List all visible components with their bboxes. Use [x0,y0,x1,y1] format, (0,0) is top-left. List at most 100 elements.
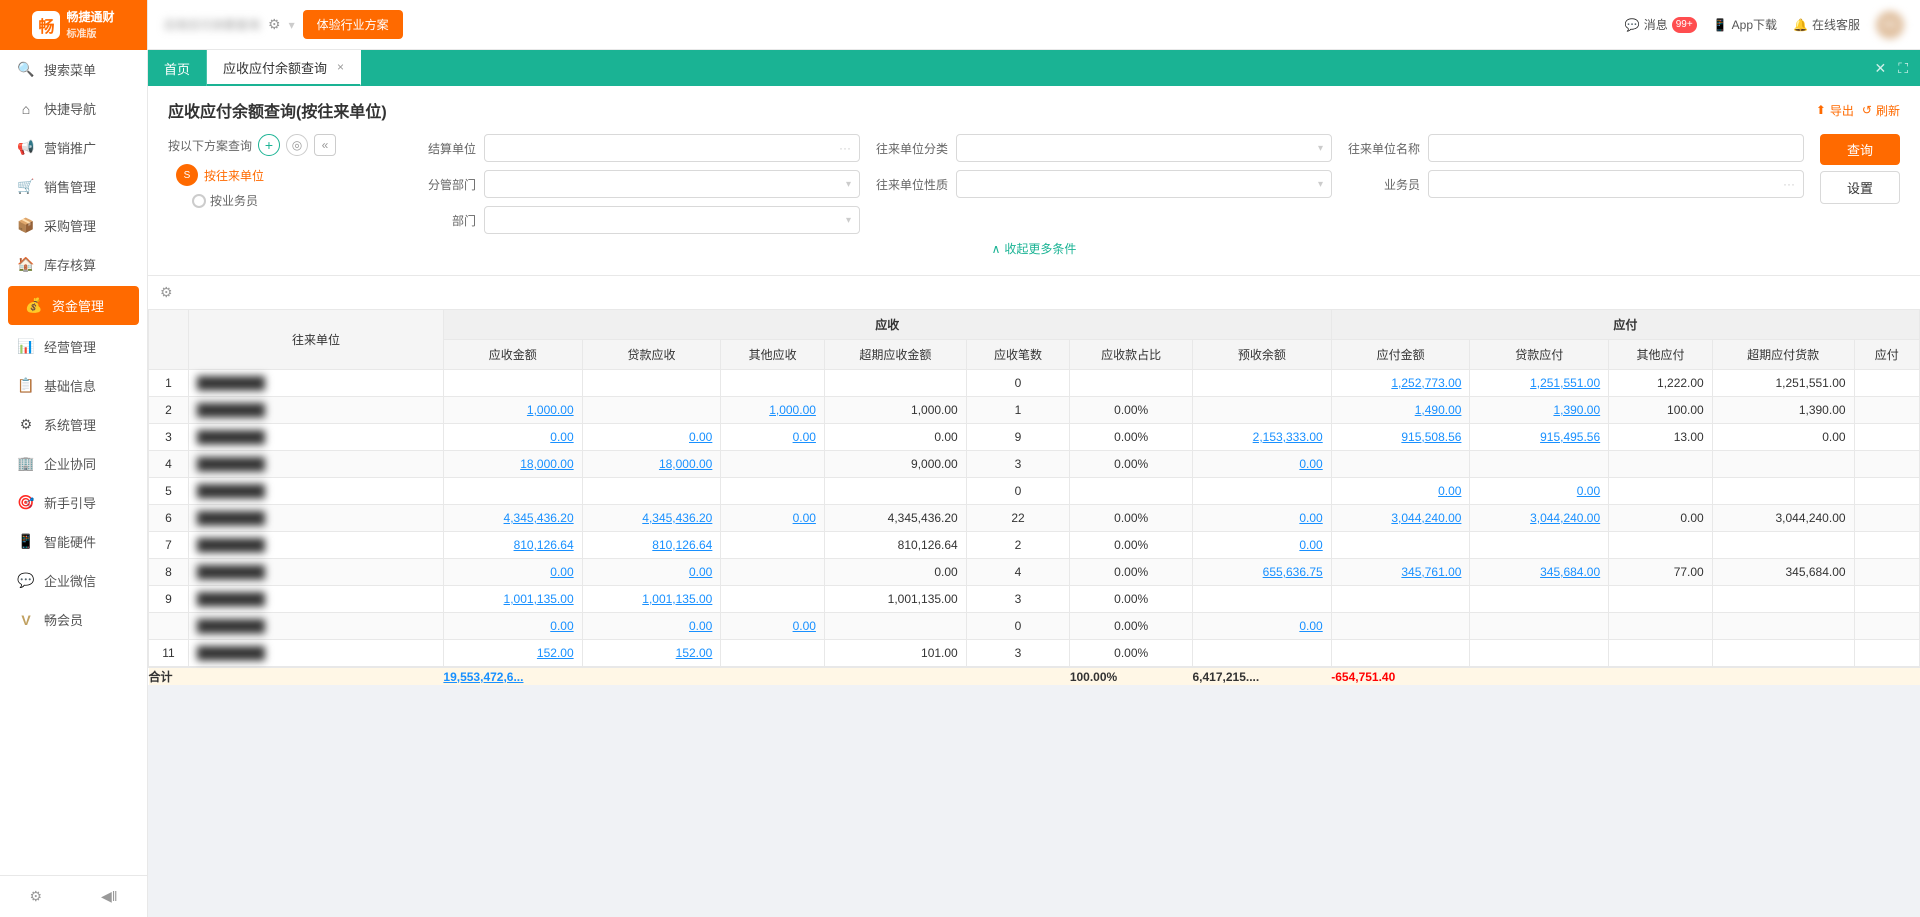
trial-btn[interactable]: 体验行业方案 [303,10,403,39]
table-cell[interactable] [721,451,825,478]
table-cell[interactable] [443,478,582,505]
tabbar-expand-btn[interactable]: ⛶ [1898,60,1908,77]
sidebar-item-operations[interactable]: 📊 经营管理 [0,327,147,366]
table-cell[interactable] [1331,586,1470,613]
salesman-input[interactable]: ··· [1428,170,1804,198]
table-cell[interactable] [1193,586,1332,613]
table-cell[interactable] [582,370,721,397]
tab-current[interactable]: 应收应付余额查询 × [207,50,361,86]
refresh-btn[interactable]: ↺ 刷新 [1862,102,1900,119]
table-cell[interactable]: 18,000.00 [443,451,582,478]
table-cell[interactable]: 0.00 [443,613,582,640]
table-cell[interactable]: 0.00 [1193,451,1332,478]
table-cell[interactable]: 0.00 [443,559,582,586]
filter-plan-salesman[interactable]: 按业务员 [184,190,388,211]
sidebar-item-funds[interactable]: 💰 资金管理 [8,286,139,325]
sidebar-settings-btn[interactable]: ⚙ [21,884,50,909]
table-cell[interactable] [721,559,825,586]
table-cell[interactable] [1470,532,1609,559]
tab-home[interactable]: 首页 [148,50,207,86]
filter-arrow-btn[interactable]: « [314,134,336,156]
table-cell[interactable]: 0.00 [1193,613,1332,640]
table-cell[interactable]: 4,345,436.20 [443,505,582,532]
topbar-gear-btn[interactable]: ⚙ [268,16,281,33]
table-cell[interactable]: 915,495.56 [1470,424,1609,451]
table-cell[interactable]: 1,390.00 [1470,397,1609,424]
table-cell[interactable] [582,478,721,505]
unit-category-input[interactable]: ▾ [956,134,1332,162]
table-cell[interactable]: 0.00 [582,424,721,451]
set-btn[interactable]: 设置 [1820,171,1900,204]
tabbar-close-btn[interactable]: ✕ [1874,60,1886,77]
table-cell[interactable] [721,586,825,613]
table-cell[interactable] [721,640,825,668]
table-cell[interactable]: 0.00 [1193,532,1332,559]
export-btn[interactable]: ⬆ 导出 [1816,102,1854,119]
subdept-input[interactable]: ▾ [484,206,860,234]
table-cell[interactable]: 0.00 [1331,478,1470,505]
sidebar-item-wechat[interactable]: 💬 企业微信 [0,561,147,600]
table-cell[interactable]: 18,000.00 [582,451,721,478]
topbar-customer-service[interactable]: 🔔 在线客服 [1793,16,1860,33]
sidebar-item-hardware[interactable]: 📱 智能硬件 [0,522,147,561]
table-cell[interactable]: 810,126.64 [582,532,721,559]
table-cell[interactable]: 0.00 [443,424,582,451]
table-cell[interactable]: 0.00 [1193,505,1332,532]
table-cell[interactable]: 3,044,240.00 [1470,505,1609,532]
table-cell[interactable] [1331,640,1470,668]
sidebar-item-system[interactable]: ⚙ 系统管理 [0,405,147,444]
table-cell[interactable]: 0.00 [721,505,825,532]
table-cell[interactable] [1331,613,1470,640]
sidebar-item-marketing[interactable]: 📢 营销推广 [0,128,147,167]
filter-add-btn[interactable]: + [258,134,280,156]
table-cell[interactable] [721,478,825,505]
tab-close-btn[interactable]: × [337,60,344,74]
filter-circle-btn[interactable]: ◎ [286,134,308,156]
table-cell[interactable]: 1,001,135.00 [443,586,582,613]
table-cell[interactable] [721,370,825,397]
sidebar-item-quick-nav[interactable]: ⌂ 快捷导航 [0,89,147,128]
table-cell[interactable] [1193,478,1332,505]
table-cell[interactable]: 2,153,333.00 [1193,424,1332,451]
table-cell[interactable] [1331,451,1470,478]
sidebar-item-inventory[interactable]: 🏠 库存核算 [0,245,147,284]
table-cell[interactable] [1470,586,1609,613]
table-scroll[interactable]: 往来单位 应收 应付 应收金额 贷款应收 其他应收 超期应收金额 应收笔数 应收… [148,309,1920,685]
table-cell[interactable]: 1,490.00 [1331,397,1470,424]
table-cell[interactable]: 1,001,135.00 [582,586,721,613]
table-cell[interactable]: 1,252,773.00 [1331,370,1470,397]
table-cell[interactable]: 1,000.00 [721,397,825,424]
table-gear-btn[interactable]: ⚙ [160,284,173,301]
table-cell[interactable]: 152.00 [582,640,721,668]
sidebar-item-basic-info[interactable]: 📋 基础信息 [0,366,147,405]
table-cell[interactable]: 345,684.00 [1470,559,1609,586]
dept-input[interactable]: ▾ [484,170,860,198]
table-cell[interactable]: 915,508.56 [1331,424,1470,451]
table-cell[interactable] [443,370,582,397]
filter-plan-unit[interactable]: S 按往来单位 [176,164,388,186]
query-btn[interactable]: 查询 [1820,134,1900,165]
table-cell[interactable] [1470,613,1609,640]
table-cell[interactable] [1331,532,1470,559]
table-cell[interactable]: 345,761.00 [1331,559,1470,586]
unit-nature-input[interactable]: ▾ [956,170,1332,198]
table-cell[interactable]: 3,044,240.00 [1331,505,1470,532]
table-cell[interactable] [721,532,825,559]
topbar-app-download[interactable]: 📱 App下载 [1713,16,1777,33]
table-cell[interactable]: 1,251,551.00 [1470,370,1609,397]
filter-collapse-btn[interactable]: ∧ 收起更多条件 [168,234,1900,263]
topbar-message[interactable]: 💬 消息 99+ [1625,16,1697,33]
table-cell[interactable]: 0.00 [721,613,825,640]
table-cell[interactable]: 655,636.75 [1193,559,1332,586]
table-cell[interactable] [1193,640,1332,668]
table-cell[interactable]: 810,126.64 [443,532,582,559]
table-cell[interactable] [1193,370,1332,397]
table-cell[interactable]: 0.00 [582,613,721,640]
table-cell[interactable]: 4,345,436.20 [582,505,721,532]
table-cell[interactable] [1470,451,1609,478]
table-cell[interactable] [582,397,721,424]
settlement-input[interactable]: ··· [484,134,860,162]
table-cell[interactable] [1470,640,1609,668]
table-cell[interactable] [1193,397,1332,424]
sidebar-item-search-menu[interactable]: 🔍 搜索菜单 [0,50,147,89]
